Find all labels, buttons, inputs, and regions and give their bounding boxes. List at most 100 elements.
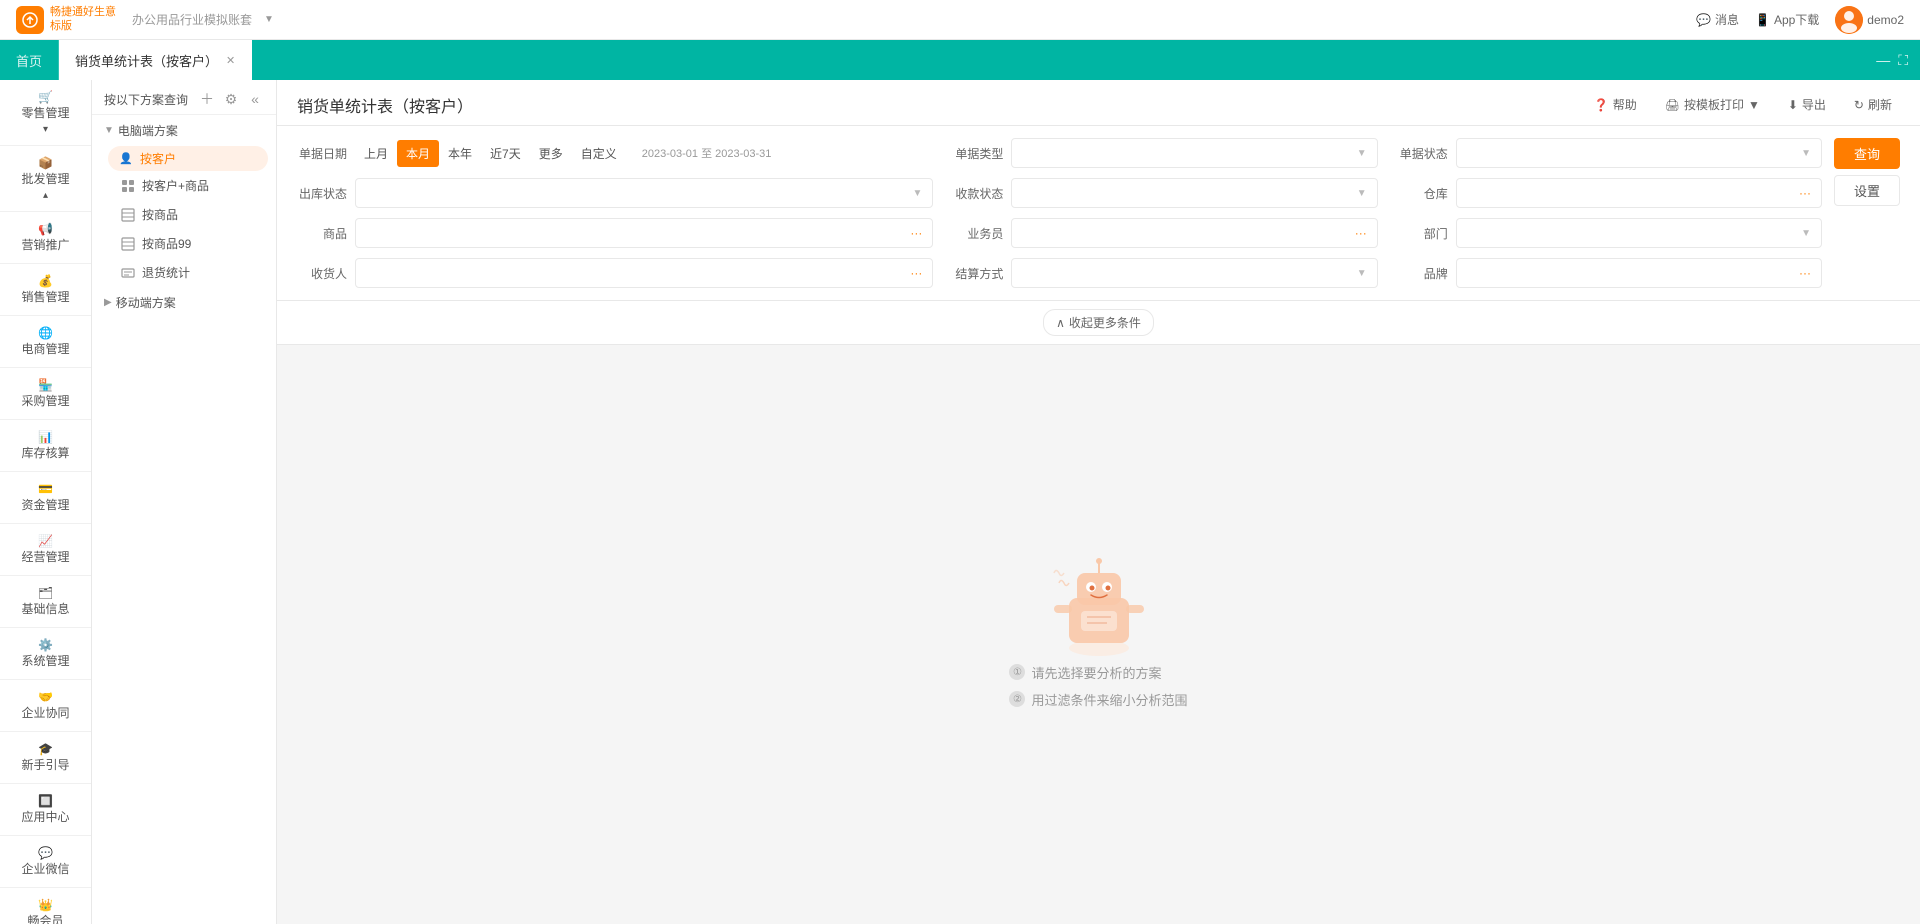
settlement-select[interactable]: ▼	[1011, 258, 1377, 288]
sidebar-item-wholesale[interactable]: 📦 批发管理 ▴	[0, 146, 91, 212]
breadcrumb-dropdown-icon[interactable]: ▼	[264, 14, 274, 25]
scheme-group-mobile-header[interactable]: ▶ 移动端方案	[92, 287, 276, 318]
settlement-label: 结算方式	[953, 265, 1003, 282]
sidebar-item-base[interactable]: 🗂 基础信息	[0, 576, 91, 628]
empty-tips-list: ① 请先选择要分析的方案 ② 用过滤条件来缩小分析范围	[1009, 663, 1187, 717]
sidebar-item-inventory[interactable]: 📊 库存核算	[0, 420, 91, 472]
sidebar-item-retail[interactable]: 🛒 零售管理 ▾	[0, 80, 91, 146]
salesperson-select[interactable]: ···	[1011, 218, 1377, 248]
ship-status-select[interactable]: ▼	[355, 178, 933, 208]
tab-minimize-icon[interactable]: —	[1876, 52, 1890, 68]
base-icon: 🗂	[4, 586, 87, 600]
logo-icon	[16, 6, 44, 34]
sidebar-item-sales[interactable]: 💰 销售管理	[0, 264, 91, 316]
sidebar-item-vip[interactable]: 👑 畅会员	[0, 888, 91, 924]
order-status-select[interactable]: ▼	[1456, 138, 1822, 168]
order-type-filter-item: 单据类型 ▼	[953, 138, 1377, 168]
message-button[interactable]: 💬 消息	[1696, 11, 1739, 28]
filter-row-2: 出库状态 ▼ 收款状态 ▼	[297, 178, 1822, 208]
template-print-button[interactable]: 🖨 按模板打印 ▼	[1657, 92, 1768, 117]
sidebar-item-finance[interactable]: 💳 资金管理	[0, 472, 91, 524]
settlement-filter-item: 结算方式 ▼	[953, 258, 1377, 288]
settings-button[interactable]: 设置	[1834, 175, 1900, 206]
print-icon: 🖨	[1665, 98, 1680, 112]
query-button[interactable]: 查询	[1834, 138, 1900, 169]
header-actions-bar: ❓ 帮助 🖨 按模板打印 ▼ ⬇ 导出 ↻ 刷新	[1586, 92, 1900, 117]
main-layout: 🛒 零售管理 ▾ 📦 批发管理 ▴ 📢 营销推广 💰 销售管理 🌐 电商管理 🏪…	[0, 80, 1920, 924]
scheme-item-return[interactable]: 退货统计	[100, 258, 276, 287]
scheme-group-mobile: ▶ 移动端方案	[92, 287, 276, 318]
collapse-scheme-button[interactable]: «	[246, 90, 264, 108]
apps-icon: 🔲	[4, 794, 87, 808]
export-button[interactable]: ⬇ 导出	[1780, 92, 1834, 117]
refresh-button[interactable]: ↻ 刷新	[1846, 92, 1900, 117]
goods99-scheme-icon	[120, 236, 136, 252]
customer-scheme-icon: 👤	[118, 151, 134, 167]
scheme-item-customer-goods[interactable]: 按客户+商品	[100, 171, 276, 200]
receiver-label: 收货人	[297, 265, 347, 282]
filter-row-3: 商品 ··· 业务员 ···	[297, 218, 1822, 248]
avatar	[1835, 6, 1863, 34]
settings-scheme-button[interactable]: ⚙	[222, 90, 240, 108]
scheme-group-desktop: ▼ 电脑端方案 👤 按客户 按客户+商品 按	[92, 115, 276, 287]
scheme-item-customer[interactable]: 👤 按客户	[108, 146, 268, 171]
help-button[interactable]: ❓ 帮助	[1586, 92, 1645, 117]
sidebar-item-operations[interactable]: 📈 经营管理	[0, 524, 91, 576]
add-scheme-button[interactable]: ＋	[198, 90, 216, 108]
brand-select[interactable]: ···	[1456, 258, 1822, 288]
brand-ellipsis[interactable]: ···	[1799, 266, 1811, 280]
payment-status-select[interactable]: ▼	[1011, 178, 1377, 208]
sidebar-item-ecommerce[interactable]: 🌐 电商管理	[0, 316, 91, 368]
goods-filter-item: 商品 ···	[297, 218, 933, 248]
sidebar-item-apps[interactable]: 🔲 应用中心	[0, 784, 91, 836]
sidebar: 🛒 零售管理 ▾ 📦 批发管理 ▴ 📢 营销推广 💰 销售管理 🌐 电商管理 🏪…	[0, 80, 92, 924]
tab-home[interactable]: 首页	[0, 40, 59, 80]
logo-area: 畅捷通好生意 标版	[16, 6, 116, 34]
tab-window-actions: — ⛶	[1864, 52, 1920, 69]
scheme-item-goods99[interactable]: 按商品99	[100, 229, 276, 258]
download-icon: 📱	[1755, 13, 1770, 27]
date-filter-item: 单据日期 上月 本月 本年 近7天 更多 自定义 2023-03-01 至 20…	[297, 140, 933, 167]
username: demo2	[1867, 13, 1904, 27]
salesperson-filter-item: 业务员 ···	[953, 218, 1377, 248]
date-tab-7days[interactable]: 近7天	[481, 140, 530, 167]
tab-maximize-icon[interactable]: ⛶	[1898, 52, 1908, 69]
dept-caret: ▼	[1801, 228, 1811, 239]
salesperson-ellipsis[interactable]: ···	[1355, 226, 1367, 240]
sidebar-item-enterprise[interactable]: 🤝 企业协同	[0, 680, 91, 732]
order-type-select[interactable]: ▼	[1011, 138, 1377, 168]
receiver-select[interactable]: ···	[355, 258, 933, 288]
top-header: 畅捷通好生意 标版 办公用品行业模拟账套 ▼ 💬 消息 📱 App下载 demo…	[0, 0, 1920, 40]
sidebar-item-system[interactable]: ⚙️ 系统管理	[0, 628, 91, 680]
receiver-ellipsis[interactable]: ···	[910, 266, 922, 280]
sidebar-item-purchase[interactable]: 🏪 采购管理	[0, 368, 91, 420]
scheme-item-goods[interactable]: 按商品	[100, 200, 276, 229]
date-tab-lastmonth[interactable]: 上月	[355, 140, 397, 167]
date-tab-thisyear[interactable]: 本年	[439, 140, 481, 167]
tab-sales-stats[interactable]: 销货单统计表（按客户） ✕	[59, 40, 252, 80]
return-scheme-icon	[120, 265, 136, 281]
collapse-conditions-button[interactable]: ∧ 收起更多条件	[1043, 309, 1154, 336]
sidebar-item-wechat[interactable]: 💬 企业微信	[0, 836, 91, 888]
dept-filter-item: 部门 ▼	[1398, 218, 1822, 248]
warehouse-ellipsis[interactable]: ···	[1799, 186, 1811, 200]
sidebar-item-marketing[interactable]: 📢 营销推广	[0, 212, 91, 264]
scheme-items-desktop: 👤 按客户 按客户+商品 按商品	[92, 146, 276, 287]
scheme-group-desktop-header[interactable]: ▼ 电脑端方案	[92, 115, 276, 146]
warehouse-select[interactable]: ···	[1456, 178, 1822, 208]
tab-close-icon[interactable]: ✕	[226, 54, 235, 67]
payment-status-label: 收款状态	[953, 185, 1003, 202]
dept-label: 部门	[1398, 225, 1448, 242]
sidebar-item-newbie[interactable]: 🎓 新手引导	[0, 732, 91, 784]
date-tab-more[interactable]: 更多	[530, 140, 572, 167]
enterprise-icon: 🤝	[4, 690, 87, 704]
user-profile[interactable]: demo2	[1835, 6, 1904, 34]
dept-select[interactable]: ▼	[1456, 218, 1822, 248]
date-tab-custom[interactable]: 自定义	[572, 140, 626, 167]
date-tab-thismonth[interactable]: 本月	[397, 140, 439, 167]
date-tabs: 上月 本月 本年 近7天 更多 自定义	[355, 140, 626, 167]
goods-ellipsis[interactable]: ···	[910, 226, 922, 240]
app-download-button[interactable]: 📱 App下载	[1755, 11, 1819, 28]
newbie-icon: 🎓	[4, 742, 87, 756]
goods-select[interactable]: ···	[355, 218, 933, 248]
